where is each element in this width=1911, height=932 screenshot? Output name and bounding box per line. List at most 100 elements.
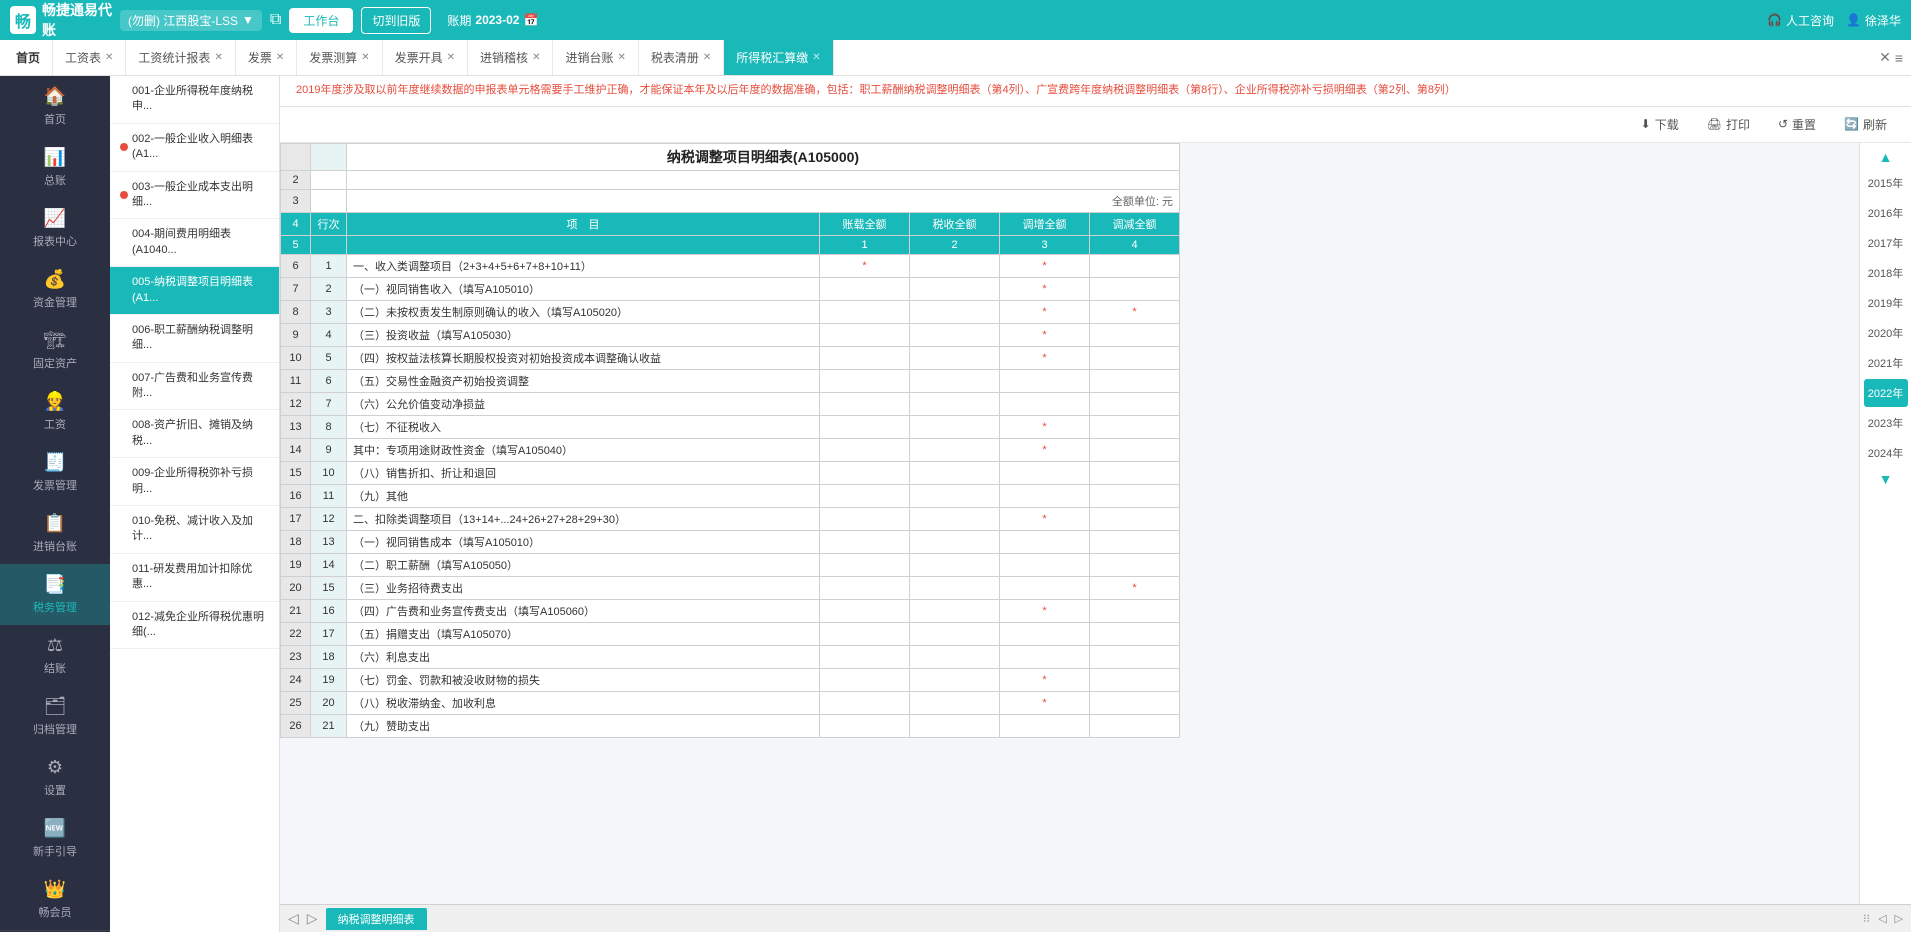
close-icon[interactable]: ✕ — [617, 52, 625, 63]
col-f-cell[interactable] — [1090, 507, 1180, 530]
col-f-cell[interactable] — [1090, 714, 1180, 737]
col-c-cell[interactable] — [820, 645, 910, 668]
sidebar-item-purchase-sales[interactable]: 📋 进销台账 — [0, 503, 110, 564]
col-e-cell[interactable]: * — [1000, 668, 1090, 691]
tab-invoice-open[interactable]: 发票开具 ✕ — [383, 40, 468, 76]
sheet-tab[interactable]: 纳税调整明细表 — [326, 908, 427, 930]
table-row[interactable]: 17 12 二、扣除类调整项目（13+14+...24+26+27+28+29+… — [281, 507, 1180, 530]
col-d-cell[interactable] — [910, 553, 1000, 576]
col-f-cell[interactable] — [1090, 277, 1180, 300]
col-c-cell[interactable] — [820, 668, 910, 691]
col-d-cell[interactable] — [910, 369, 1000, 392]
table-row[interactable]: 19 14 （二）职工薪酬（填写A105050） — [281, 553, 1180, 576]
table-row[interactable]: 11 6 （五）交易性金融资产初始投资调整 — [281, 369, 1180, 392]
list-item-001[interactable]: 001-企业所得税年度纳税申... — [110, 76, 279, 124]
list-item-008[interactable]: 008-资产折旧、摊销及纳税... — [110, 410, 279, 458]
col-d-cell[interactable] — [910, 599, 1000, 622]
col-f-cell[interactable] — [1090, 622, 1180, 645]
calendar-icon[interactable]: 📅 — [523, 13, 538, 27]
col-c-cell[interactable]: * — [820, 254, 910, 277]
close-icon[interactable]: ✕ — [532, 52, 540, 63]
tab-home[interactable]: 首页 — [4, 40, 53, 76]
sidebar-item-capital[interactable]: 💰 资金管理 — [0, 259, 110, 320]
table-row[interactable]: 9 4 （三）投资收益（填写A105030） * — [281, 323, 1180, 346]
col-e-cell[interactable]: * — [1000, 300, 1090, 323]
sidebar-item-fixed-assets[interactable]: 🏗 固定资产 — [0, 320, 110, 381]
col-c-cell[interactable] — [820, 691, 910, 714]
table-row[interactable]: 12 7 （六）公允价值变动净损益 — [281, 392, 1180, 415]
list-item-009[interactable]: 009-企业所得税弥补亏损明... — [110, 458, 279, 506]
table-row[interactable]: 14 9 其中：专项用途财政性资金（填写A105040） * — [281, 438, 1180, 461]
col-e-cell[interactable]: * — [1000, 507, 1090, 530]
table-row[interactable]: 18 13 （一）视同销售成本（填写A105010） — [281, 530, 1180, 553]
col-d-cell[interactable] — [910, 622, 1000, 645]
list-item-006[interactable]: 006-职工薪酬纳税调整明细... — [110, 315, 279, 363]
col-d-cell[interactable] — [910, 392, 1000, 415]
col-c-cell[interactable] — [820, 369, 910, 392]
col-d-cell[interactable] — [910, 530, 1000, 553]
col-d-cell[interactable] — [910, 507, 1000, 530]
col-c-cell[interactable] — [820, 714, 910, 737]
col-e-cell[interactable]: * — [1000, 277, 1090, 300]
col-e-cell[interactable]: * — [1000, 323, 1090, 346]
year-2021[interactable]: 2021年 — [1864, 349, 1908, 377]
sidebar-item-guide[interactable]: 🆕 新手引导 — [0, 808, 110, 869]
tab-payroll-stats[interactable]: 工资统计报表 ✕ — [126, 40, 235, 76]
table-row[interactable]: 8 3 （二）未按权责发生制原则确认的收入（填写A105020） * * — [281, 300, 1180, 323]
reset-button[interactable]: ↺ 重置 — [1770, 113, 1824, 136]
col-f-cell[interactable] — [1090, 323, 1180, 346]
help-button[interactable]: 🎧 人工咨询 — [1767, 12, 1834, 29]
year-nav-down[interactable]: ▼ — [1872, 469, 1900, 489]
col-d-cell[interactable] — [910, 668, 1000, 691]
oldver-button[interactable]: 切到旧版 — [361, 7, 431, 34]
col-f-cell[interactable] — [1090, 484, 1180, 507]
col-f-cell[interactable] — [1090, 438, 1180, 461]
tab-invoice[interactable]: 发票 ✕ — [236, 40, 297, 76]
tab-invoice-calc[interactable]: 发票测算 ✕ — [297, 40, 382, 76]
tab-audit[interactable]: 进销稽核 ✕ — [468, 40, 553, 76]
sidebar-item-general-ledger[interactable]: 📊 总账 — [0, 137, 110, 198]
sheet-nav-left[interactable]: ◁ — [288, 910, 299, 927]
col-f-cell[interactable] — [1090, 599, 1180, 622]
year-nav-up[interactable]: ▲ — [1872, 147, 1900, 167]
download-button[interactable]: ⬇ 下载 — [1633, 113, 1687, 136]
close-icon[interactable]: ✕ — [214, 52, 222, 63]
list-item-004[interactable]: 004-期间费用明细表(A1040... — [110, 219, 279, 267]
col-c-cell[interactable] — [820, 300, 910, 323]
col-d-cell[interactable] — [910, 300, 1000, 323]
col-f-cell[interactable] — [1090, 691, 1180, 714]
col-f-cell[interactable] — [1090, 392, 1180, 415]
col-c-cell[interactable] — [820, 323, 910, 346]
col-c-cell[interactable] — [820, 392, 910, 415]
col-e-cell[interactable] — [1000, 484, 1090, 507]
col-c-cell[interactable] — [820, 277, 910, 300]
col-f-cell[interactable] — [1090, 461, 1180, 484]
table-row[interactable]: 24 19 （七）罚金、罚款和被没收财物的损失 * — [281, 668, 1180, 691]
sidebar-item-close-accounts[interactable]: ⚖ 结账 — [0, 625, 110, 686]
list-item-012[interactable]: 012-减免企业所得税优惠明细(... — [110, 602, 279, 650]
col-c-cell[interactable] — [820, 346, 910, 369]
col-f-cell[interactable] — [1090, 254, 1180, 277]
print-button[interactable]: 🖨 打印 — [1699, 113, 1758, 136]
year-2016[interactable]: 2016年 — [1864, 199, 1908, 227]
close-icon[interactable]: ✕ — [812, 52, 820, 63]
col-d-cell[interactable] — [910, 484, 1000, 507]
user-menu[interactable]: 👤 徐泽华 — [1846, 12, 1901, 29]
refresh-button[interactable]: 🔄 刷新 — [1836, 113, 1895, 136]
col-e-cell[interactable]: * — [1000, 254, 1090, 277]
year-2017[interactable]: 2017年 — [1864, 229, 1908, 257]
year-2015[interactable]: 2015年 — [1864, 169, 1908, 197]
table-row[interactable]: 16 11 （九）其他 — [281, 484, 1180, 507]
list-item-010[interactable]: 010-免税、减计收入及加计... — [110, 506, 279, 554]
col-d-cell[interactable] — [910, 277, 1000, 300]
col-d-cell[interactable] — [910, 714, 1000, 737]
table-row[interactable]: 15 10 （八）销售折扣、折让和退回 — [281, 461, 1180, 484]
list-item-002[interactable]: 002-一般企业收入明细表(A1... — [110, 124, 279, 172]
col-d-cell[interactable] — [910, 461, 1000, 484]
col-d-cell[interactable] — [910, 576, 1000, 599]
col-c-cell[interactable] — [820, 622, 910, 645]
col-c-cell[interactable] — [820, 461, 910, 484]
col-e-cell[interactable] — [1000, 576, 1090, 599]
year-2020[interactable]: 2020年 — [1864, 319, 1908, 347]
sidebar-item-tax[interactable]: 📑 税务管理 — [0, 564, 110, 625]
